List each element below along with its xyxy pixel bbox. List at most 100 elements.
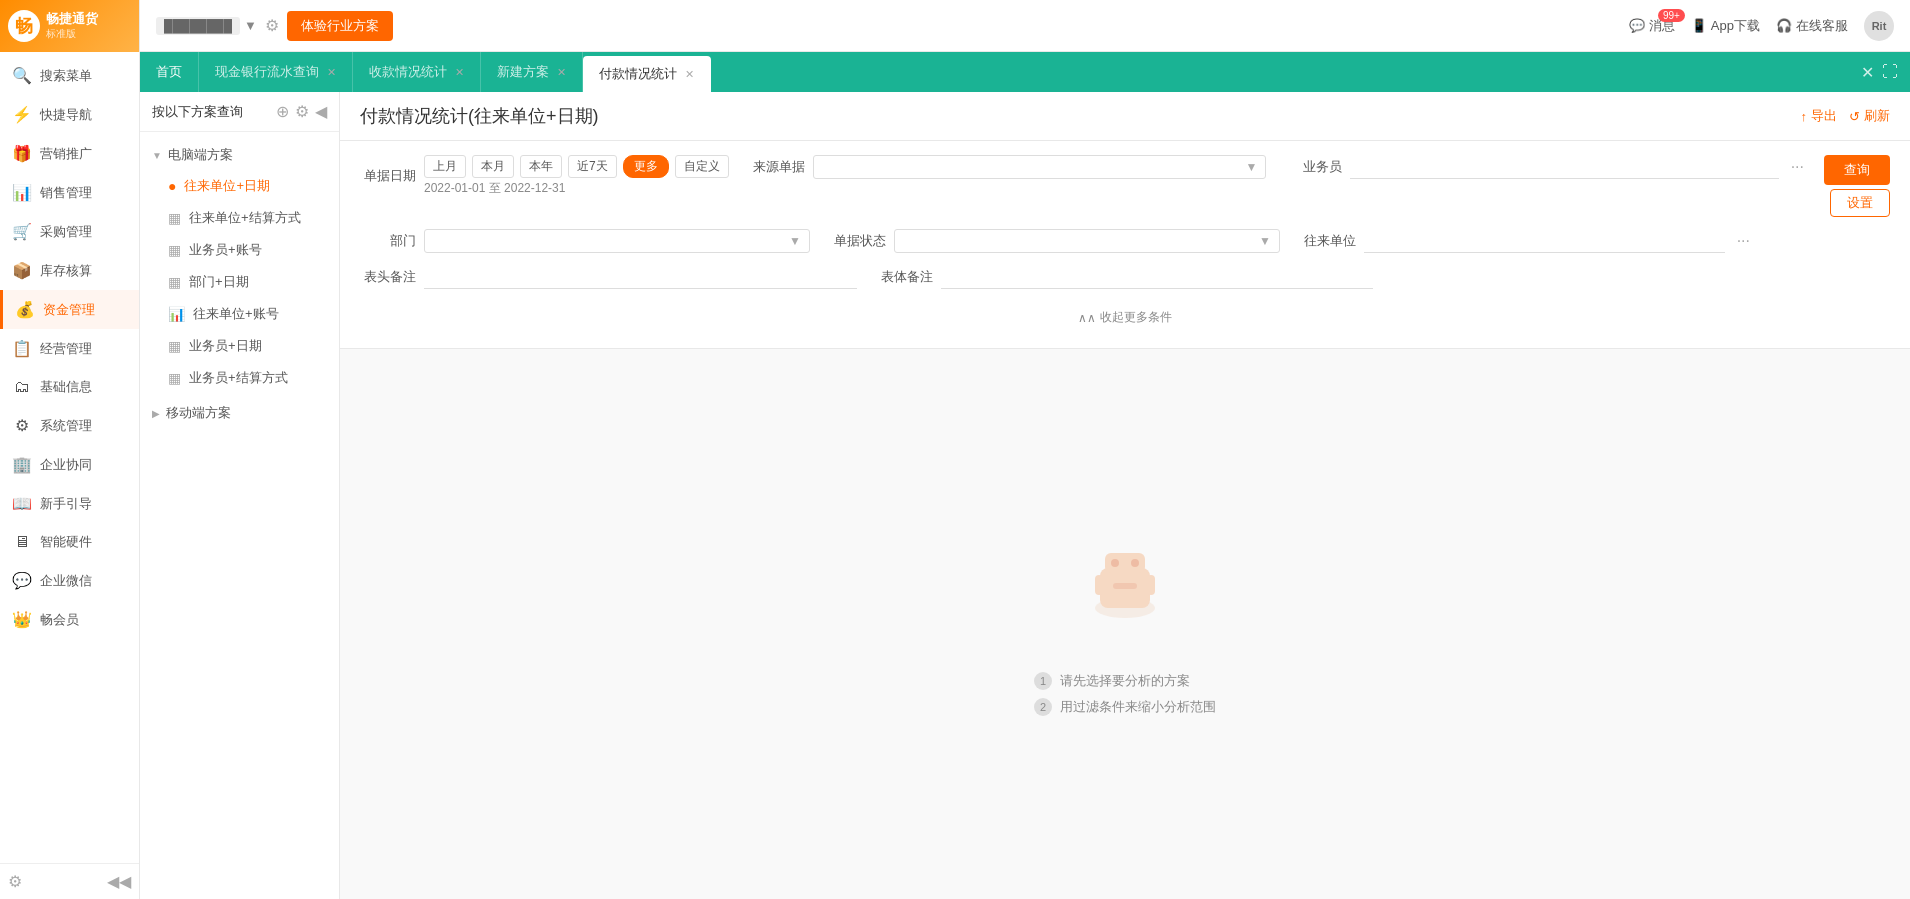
collapse-panel-icon[interactable]: ◀ (315, 102, 327, 121)
tab-receive-close[interactable]: ✕ (455, 66, 464, 79)
left-panel-actions: ⊕ ⚙ ◀ (276, 102, 327, 121)
mobile-group-arrow: ▶ (152, 408, 160, 419)
filter-headnote-input[interactable] (424, 265, 857, 289)
tab-home[interactable]: 首页 (140, 52, 199, 92)
date-btn-this-year[interactable]: 本年 (520, 155, 562, 178)
tab-payment[interactable]: 付款情况统计 ✕ (583, 56, 711, 92)
page-actions: ↑ 导出 ↺ 刷新 (1801, 107, 1891, 125)
filter-bodynote-input[interactable] (941, 265, 1374, 289)
tab-home-label: 首页 (156, 63, 182, 81)
sidebar-item-finance[interactable]: 💰 资金管理 (0, 290, 139, 329)
tab-bank[interactable]: 现金银行流水查询 ✕ (199, 52, 353, 92)
main-area: ████████ ▼ ⚙ 体验行业方案 💬 消息 99+ 📱 App下载 🎧 在… (140, 0, 1910, 899)
query-button[interactable]: 查询 (1824, 155, 1890, 185)
sidebar-item-system[interactable]: ⚙ 系统管理 (0, 406, 139, 445)
sidebar-marketing-label: 营销推广 (40, 145, 92, 163)
setting-button[interactable]: 设置 (1830, 189, 1890, 217)
scheme-item-salesman-account[interactable]: ▦ 业务员+账号 (140, 234, 339, 266)
refresh-icon: ↺ (1849, 109, 1860, 124)
export-label: 导出 (1811, 107, 1837, 125)
sidebar-item-sales[interactable]: 📊 销售管理 (0, 173, 139, 212)
sidebar-item-search[interactable]: 🔍 搜索菜单 (0, 56, 139, 95)
filter-salesman-input[interactable] (1350, 155, 1778, 179)
refresh-button[interactable]: ↺ 刷新 (1849, 107, 1890, 125)
filter-bodynote-label: 表体备注 (877, 268, 933, 286)
scheme-dept-date-label: 部门+日期 (189, 273, 249, 291)
avatar[interactable]: Rit (1864, 11, 1894, 41)
sidebar-item-hardware[interactable]: 🖥 智能硬件 (0, 523, 139, 561)
scheme-chart-icon: 📊 (168, 306, 185, 322)
scheme-item-salesman-settle[interactable]: ▦ 业务员+结算方式 (140, 362, 339, 394)
sidebar-item-operation[interactable]: 📋 经营管理 (0, 329, 139, 368)
scheme-item-salesman-date[interactable]: ▦ 业务员+日期 (140, 330, 339, 362)
topbar-gear-icon[interactable]: ⚙ (265, 16, 279, 35)
scheme-group-mobile-header[interactable]: ▶ 移动端方案 (140, 398, 339, 428)
marketing-icon: 🎁 (12, 144, 32, 163)
tab-receive[interactable]: 收款情况统计 ✕ (353, 52, 481, 92)
scheme-item-partner-date[interactable]: ● 往来单位+日期 (140, 170, 339, 202)
collapse-label: 收起更多条件 (1100, 309, 1172, 326)
date-btn-custom[interactable]: 自定义 (675, 155, 729, 178)
topbar-message[interactable]: 💬 消息 99+ (1629, 17, 1675, 35)
scheme-group-desktop-header[interactable]: ▼ 电脑端方案 (140, 140, 339, 170)
filter-dept-select[interactable]: ▼ (424, 229, 810, 253)
sidebar-header: 畅 畅捷通货 标准版 (0, 0, 139, 52)
sidebar-item-basic[interactable]: 🗂 基础信息 (0, 368, 139, 406)
date-btn-last-month[interactable]: 上月 (424, 155, 466, 178)
topbar-app-download[interactable]: 📱 App下载 (1691, 17, 1760, 35)
system-icon: ⚙ (12, 416, 32, 435)
sidebar-brand: 畅捷通货 (46, 11, 98, 27)
date-btn-7days[interactable]: 近7天 (568, 155, 617, 178)
sidebar-item-member[interactable]: 👑 畅会员 (0, 600, 139, 639)
tab-new[interactable]: 新建方案 ✕ (481, 52, 583, 92)
filter-docstatus-select[interactable]: ▼ (894, 229, 1280, 253)
maximize-icon[interactable]: ⛶ (1882, 63, 1898, 81)
close-all-tabs-icon[interactable]: ✕ (1861, 63, 1874, 82)
left-panel-title: 按以下方案查询 (152, 103, 243, 121)
sidebar-item-shortcut[interactable]: ⚡ 快捷导航 (0, 95, 139, 134)
collapse-bar[interactable]: ∧∧ 收起更多条件 (360, 301, 1890, 334)
tab-new-label: 新建方案 (497, 63, 549, 81)
add-scheme-icon[interactable]: ⊕ (276, 102, 289, 121)
purchase-icon: 🛒 (12, 222, 32, 241)
finance-icon: 💰 (15, 300, 35, 319)
date-btn-more[interactable]: 更多 (623, 155, 669, 178)
svg-point-3 (1111, 559, 1119, 567)
scheme-item-partner-settle[interactable]: ▦ 往来单位+结算方式 (140, 202, 339, 234)
sidebar-item-enterprise[interactable]: 🏢 企业协同 (0, 445, 139, 484)
export-button[interactable]: ↑ 导出 (1801, 107, 1838, 125)
sidebar-item-purchase[interactable]: 🛒 采购管理 (0, 212, 139, 251)
sidebar-item-inventory[interactable]: 📦 库存核算 (0, 251, 139, 290)
sidebar-guide-label: 新手引导 (40, 495, 92, 513)
left-panel-body: ▼ 电脑端方案 ● 往来单位+日期 ▦ 往来单位+结算方式 ▦ 业务员+账号 (140, 132, 339, 899)
scheme-table-icon-2: ▦ (168, 242, 181, 258)
scheme-item-partner-account[interactable]: 📊 往来单位+账号 (140, 298, 339, 330)
sidebar-item-wechat[interactable]: 💬 企业微信 (0, 561, 139, 600)
settings-footer-icon[interactable]: ⚙ (8, 872, 22, 891)
scheme-group-mobile: ▶ 移动端方案 (140, 398, 339, 428)
tab-new-close[interactable]: ✕ (557, 66, 566, 79)
date-btn-this-month[interactable]: 本月 (472, 155, 514, 178)
scheme-item-dept-date[interactable]: ▦ 部门+日期 (140, 266, 339, 298)
sidebar-item-marketing[interactable]: 🎁 营销推广 (0, 134, 139, 173)
filter-dept-col: 部门 ▼ (360, 229, 810, 253)
mobile-group-label: 移动端方案 (166, 404, 231, 422)
filter-bodynote-col: 表体备注 (877, 265, 1374, 289)
scheme-partner-settle-label: 往来单位+结算方式 (189, 209, 301, 227)
sidebar-item-guide[interactable]: 📖 新手引导 (0, 484, 139, 523)
collapse-sidebar-icon[interactable]: ◀◀ (107, 872, 131, 891)
filter-partner-input[interactable] (1364, 229, 1725, 253)
empty-tip-1: 1 请先选择要分析的方案 (1034, 672, 1216, 690)
trial-button[interactable]: 体验行业方案 (287, 11, 393, 41)
content-area: 按以下方案查询 ⊕ ⚙ ◀ ▼ 电脑端方案 ● 往来单位+日期 (140, 92, 1910, 899)
topbar-online-service[interactable]: 🎧 在线客服 (1776, 17, 1848, 35)
settings-scheme-icon[interactable]: ⚙ (295, 102, 309, 121)
tab-payment-close[interactable]: ✕ (685, 68, 694, 81)
partner-dots-icon[interactable]: ··· (1737, 232, 1750, 250)
tab-bank-close[interactable]: ✕ (327, 66, 336, 79)
salesman-dots-icon[interactable]: ··· (1791, 158, 1804, 176)
filter-date-label: 单据日期 (360, 167, 416, 185)
filter-docstatus-col: 单据状态 ▼ (830, 229, 1280, 253)
filter-source-select[interactable]: ▼ (813, 155, 1267, 179)
topbar-company-select[interactable]: ████████ ▼ (156, 17, 257, 35)
